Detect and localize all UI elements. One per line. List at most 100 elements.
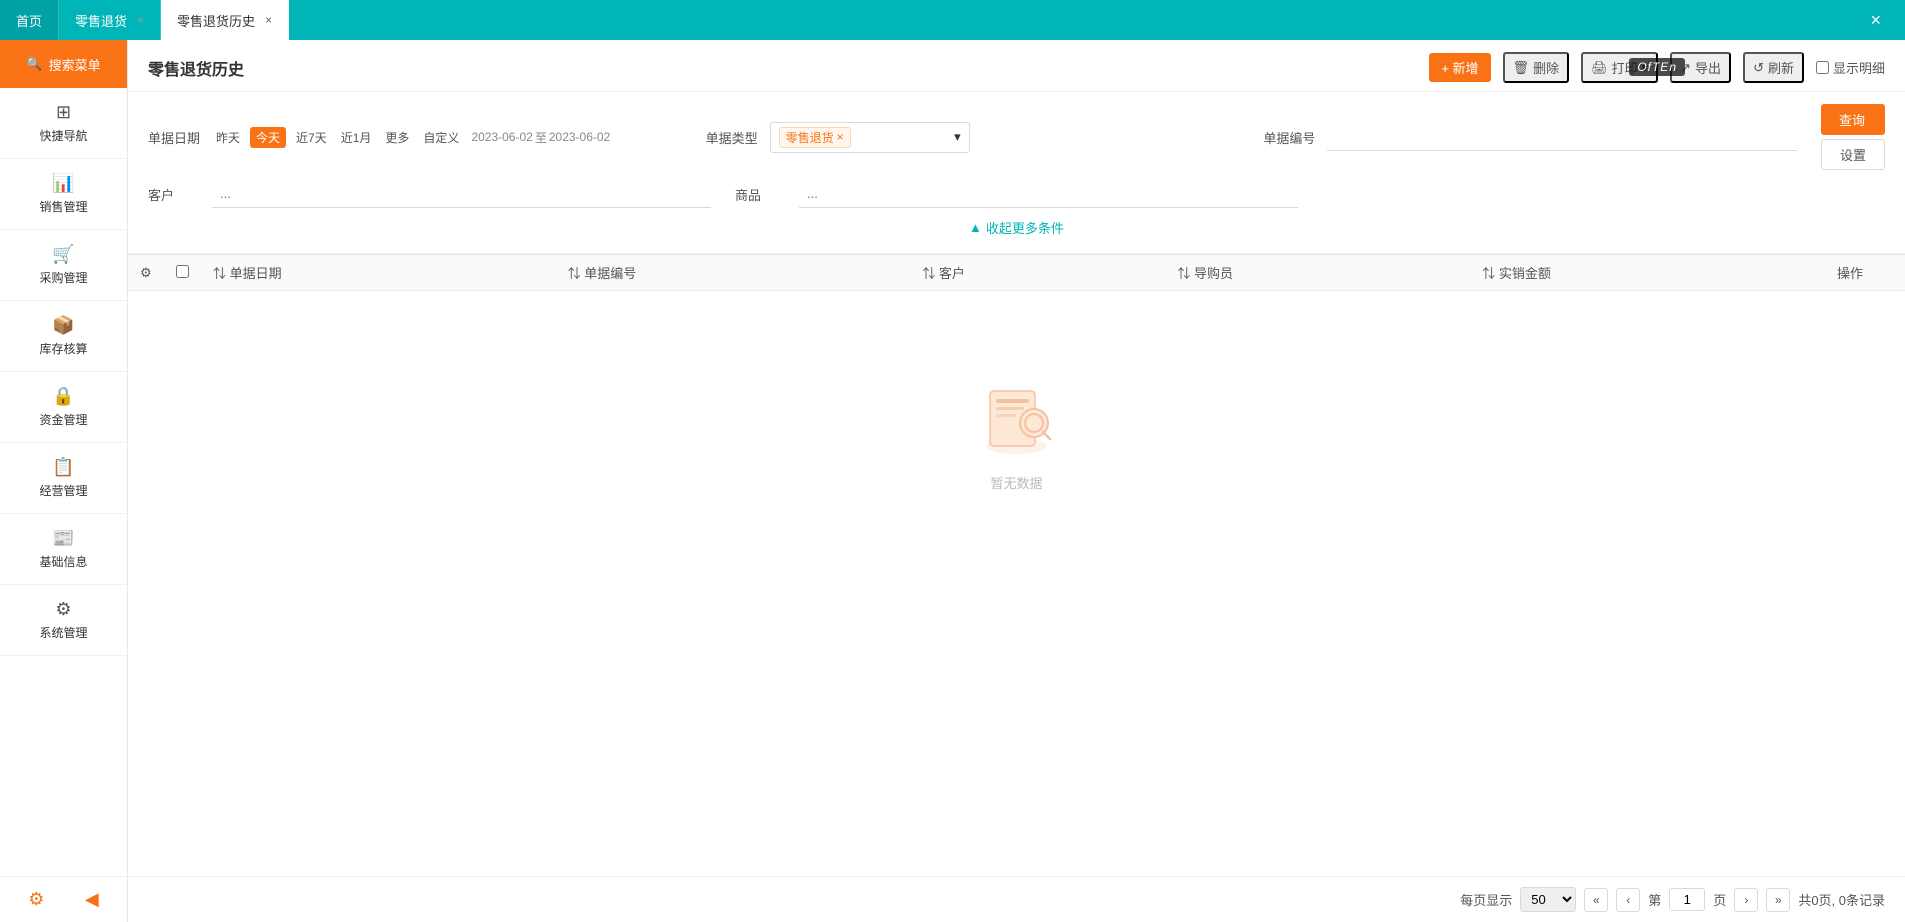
sidebar-item-sales[interactable]: 📊 销售管理 [0,159,127,230]
tab-retail-return-close[interactable]: × [137,13,144,27]
date-range-display: 2023-06-02 至 2023-06-02 [471,129,610,146]
tab-retail-return[interactable]: 零售退货 × [59,0,161,40]
th-date[interactable]: ⇅ 单据日期 [201,255,556,291]
th-customer[interactable]: ⇅ 客户 [910,255,1165,291]
sidebar-bottom: ⚙ ◀ [0,876,127,922]
tab-retail-return-history-close[interactable]: × [265,13,272,27]
tab-home[interactable]: 首页 [0,0,59,40]
filter-customer-input[interactable] [212,182,711,205]
collapse-label: 收起更多条件 [986,218,1064,237]
filter-area: 单据日期 昨天 今天 近7天 近1月 更多 自定义 2023-06-02 至 2… [128,92,1905,254]
display-detail-checkbox[interactable]: 显示明细 [1816,58,1885,77]
page-unit: 页 [1713,890,1726,909]
system-icon: ⚙ [55,599,71,620]
filter-goods-input-wrap [799,180,1298,208]
refresh-icon: ↺ [1753,60,1764,76]
sidebar-item-basic[interactable]: 📰 基础信息 [0,514,127,585]
type-tag-close[interactable]: × [837,130,844,144]
total-label: 共0页, 0条记录 [1798,890,1885,909]
type-tag-label: 零售退货 [786,129,834,146]
filter-type-label: 单据类型 [706,128,762,147]
type-tag: 零售退货 × [779,127,851,148]
sidebar-collapse-button[interactable]: ◀ [85,889,99,910]
date-range-end: 2023-06-02 [549,130,610,144]
settings-button[interactable]: 设置 [1821,139,1885,170]
th-number-label: ⇅ 单据编号 [568,266,637,281]
main-layout: 🔍 搜索菜单 ⊞ 快捷导航 📊 销售管理 🛒 采购管理 📦 库存核算 🔒 资金管… [0,40,1905,922]
sidebar-item-inventory[interactable]: 📦 库存核算 [0,301,127,372]
select-all-checkbox[interactable] [176,265,189,278]
filter-type-select[interactable]: 零售退货 × ▾ [770,122,970,153]
date-opt-custom[interactable]: 自定义 [419,127,463,148]
table-area: ⚙ ⇅ 单据日期 ⇅ 单据编号 ⇅ 客户 ⇅ 导购员 [128,254,1905,876]
display-detail-input[interactable] [1816,61,1829,74]
sidebar-item-purchase-label: 采购管理 [39,269,87,286]
search-icon: 🔍 [26,56,42,72]
sidebar-item-quick-nav-label: 快捷导航 [39,127,87,144]
sidebar-item-system[interactable]: ⚙ 系统管理 [0,585,127,656]
th-check[interactable] [164,255,201,291]
filter-number-item: 单据编号 [1263,123,1797,151]
th-settings[interactable]: ⚙ [128,255,164,291]
filter-number-input[interactable] [1327,125,1797,148]
filter-goods-item: 商品 [735,180,1298,208]
inventory-icon: 📦 [52,315,74,336]
sidebar-item-operation[interactable]: 📋 经营管理 [0,443,127,514]
often-badge: OfTEn [1629,58,1685,76]
date-opt-7days[interactable]: 近7天 [292,127,331,148]
date-range-start: 2023-06-02 [471,130,532,144]
first-page-button[interactable]: « [1584,888,1608,912]
delete-label: 删除 [1533,58,1559,77]
sidebar-item-quick-nav[interactable]: ⊞ 快捷导航 [0,88,127,159]
next-page-button[interactable]: › [1734,888,1758,912]
filter-customer-label: 客户 [148,185,204,204]
sidebar-item-basic-label: 基础信息 [39,553,87,570]
th-actions: 操作 [1825,255,1905,291]
date-opt-1month[interactable]: 近1月 [337,127,376,148]
th-number[interactable]: ⇅ 单据编号 [556,255,911,291]
th-amount[interactable]: ⇅ 实销金额 [1470,255,1825,291]
display-detail-label: 显示明细 [1833,58,1885,77]
page-size-select[interactable]: 50 100 200 [1520,887,1576,912]
page-size-label: 每页显示 [1460,890,1512,909]
query-settings-buttons: 查询 设置 [1821,104,1885,170]
new-button[interactable]: + 新增 [1429,53,1490,82]
basic-icon: 📰 [52,528,74,549]
finance-icon: 🔒 [52,386,74,407]
date-opt-yesterday[interactable]: 昨天 [212,127,244,148]
export-label: 导出 [1695,58,1721,77]
purchase-icon: 🛒 [52,244,74,265]
delete-button[interactable]: 🗑 删除 [1503,52,1570,83]
window-close-button[interactable]: × [1862,10,1889,31]
filter-type-item: 单据类型 零售退货 × ▾ [706,122,1240,153]
last-page-button[interactable]: » [1766,888,1790,912]
refresh-label: 刷新 [1768,58,1794,77]
filter-date-item: 单据日期 昨天 今天 近7天 近1月 更多 自定义 2023-06-02 至 2… [148,127,682,148]
date-opt-more[interactable]: 更多 [381,127,413,148]
page-number-input[interactable] [1669,888,1705,911]
sidebar-search[interactable]: 🔍 搜索菜单 [0,40,127,88]
th-guide[interactable]: ⇅ 导购员 [1165,255,1470,291]
refresh-button[interactable]: ↺ 刷新 [1743,52,1804,83]
sidebar-item-inventory-label: 库存核算 [39,340,87,357]
sidebar-settings-button[interactable]: ⚙ [28,889,44,910]
sidebar-item-purchase[interactable]: 🛒 采购管理 [0,230,127,301]
th-date-label: ⇅ 单据日期 [213,266,282,281]
query-button[interactable]: 查询 [1821,104,1885,135]
filter-row-1: 单据日期 昨天 今天 近7天 近1月 更多 自定义 2023-06-02 至 2… [148,104,1885,170]
filter-number-label: 单据编号 [1263,128,1319,147]
data-table: ⚙ ⇅ 单据日期 ⇅ 单据编号 ⇅ 客户 ⇅ 导购员 [128,254,1905,291]
date-opt-today[interactable]: 今天 [250,127,286,148]
operation-icon: 📋 [52,457,74,478]
empty-icon [972,371,1062,461]
tab-retail-return-history[interactable]: 零售退货历史 × [161,0,289,40]
sidebar-item-system-label: 系统管理 [39,624,87,641]
prev-page-button[interactable]: ‹ [1616,888,1640,912]
sidebar-item-finance[interactable]: 🔒 资金管理 [0,372,127,443]
tab-bar: 首页 零售退货 × 零售退货历史 × [0,0,1862,40]
print-icon: 🖨 [1591,60,1608,76]
sidebar: 🔍 搜索菜单 ⊞ 快捷导航 📊 销售管理 🛒 采购管理 📦 库存核算 🔒 资金管… [0,40,128,922]
collapse-button[interactable]: ▲ 收起更多条件 [969,218,1064,237]
page-label: 第 [1648,890,1661,909]
filter-goods-input[interactable] [799,182,1298,205]
